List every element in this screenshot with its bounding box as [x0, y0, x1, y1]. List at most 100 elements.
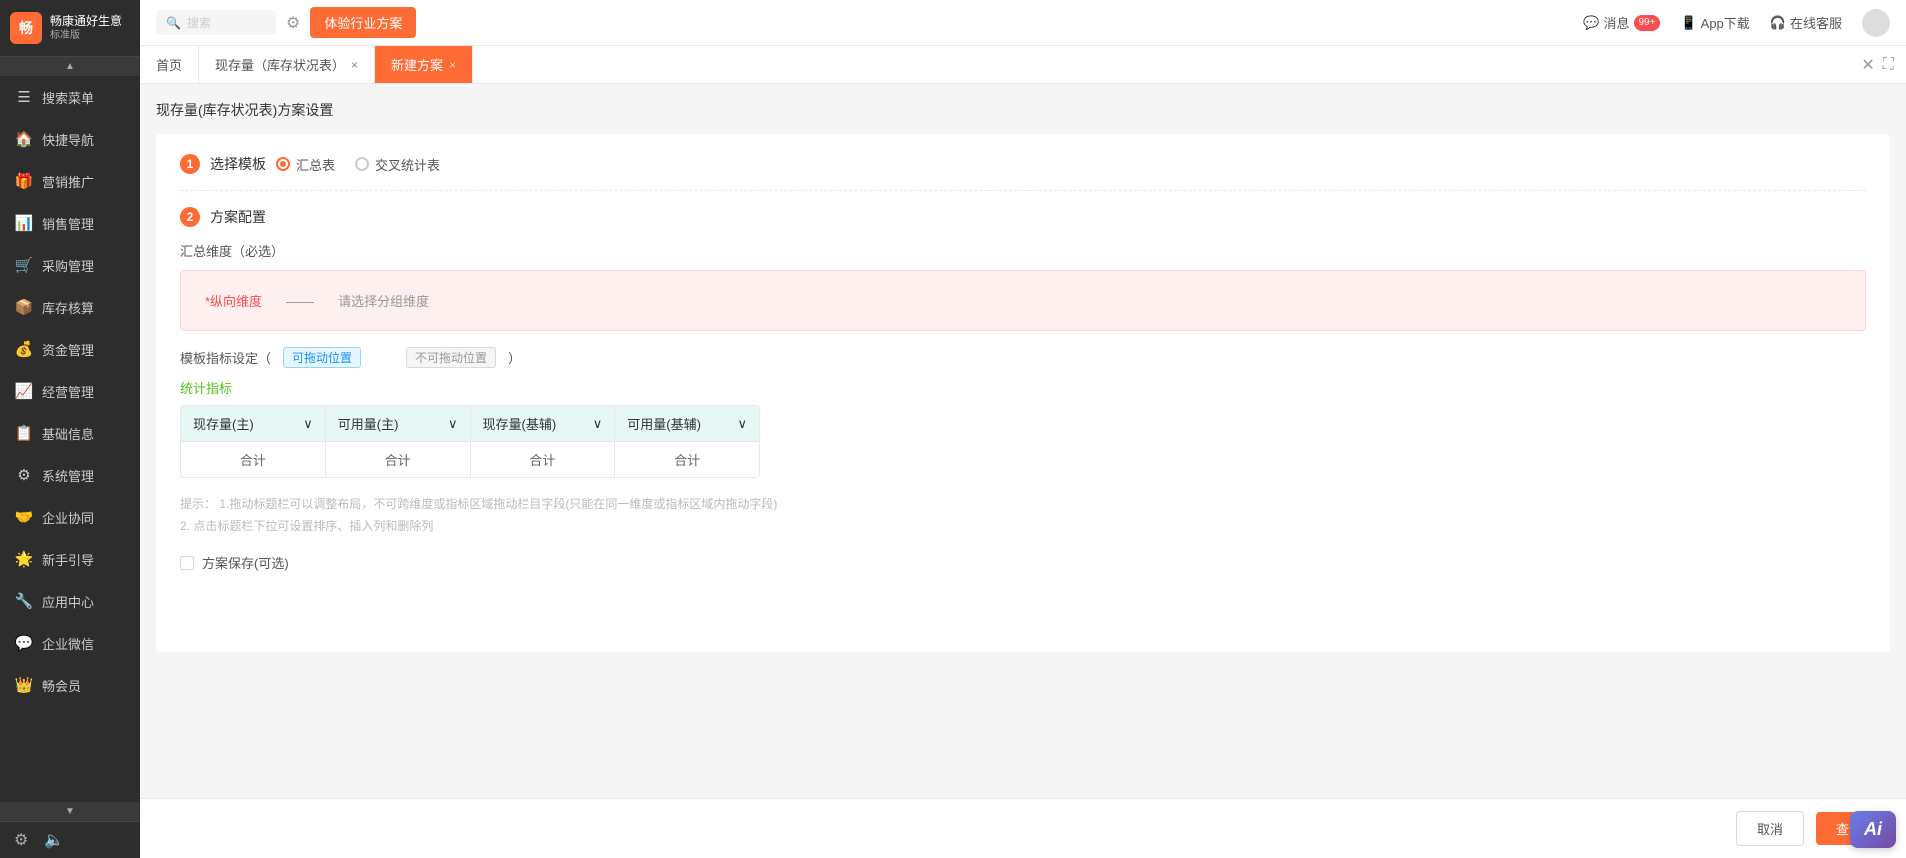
stats-col-4: 可用量(基辅) ∨	[615, 406, 759, 441]
stats-cell-2: 合计	[326, 442, 471, 477]
sidebar-item-search[interactable]: ☰ 搜索菜单	[0, 76, 140, 118]
sidebar-item-appcenter[interactable]: 🔧 应用中心	[0, 580, 140, 622]
cart-icon: 🛒	[14, 255, 34, 275]
stats-cell-3: 合计	[471, 442, 616, 477]
indicator-separator	[377, 348, 390, 367]
dropdown-icon-1[interactable]: ∨	[303, 416, 313, 432]
sidebar-item-finance[interactable]: 💰 资金管理	[0, 328, 140, 370]
topbar-service[interactable]: 🎧 在线客服	[1770, 13, 1842, 32]
cancel-button[interactable]: 取消	[1736, 811, 1804, 846]
gift-icon: 🎁	[14, 171, 34, 191]
tag-not-draggable: 不可拖动位置	[406, 347, 496, 368]
money-icon: 💰	[14, 339, 34, 359]
indicator-suffix: ）	[508, 348, 521, 367]
sidebar-item-purchase[interactable]: 🛒 采购管理	[0, 244, 140, 286]
tab-new-scheme-close[interactable]: ×	[449, 58, 456, 72]
app-logo-icon: 畅	[10, 12, 42, 44]
sidebar-item-sales[interactable]: 📊 销售管理	[0, 202, 140, 244]
settings-icon[interactable]: ⚙	[14, 830, 28, 850]
topbar-search[interactable]: 🔍 搜索	[156, 10, 276, 35]
radio-cross-circle	[355, 157, 369, 171]
save-label: 方案保存(可选)	[202, 553, 289, 572]
divider1	[180, 190, 1866, 191]
industry-btn[interactable]: 体验行业方案	[310, 7, 416, 38]
radio-cross[interactable]: 交叉统计表	[355, 155, 440, 174]
topbar: 🔍 搜索 ⚙ 体验行业方案 💬 消息 99+ 📱 App下载 🎧 在线客服	[140, 0, 1906, 46]
list-icon: 📋	[14, 423, 34, 443]
dim-area: *纵向维度 —— 请选择分组维度	[180, 270, 1866, 331]
sidebar-item-management[interactable]: 📈 经营管理	[0, 370, 140, 412]
sidebar-item-marketing[interactable]: 🎁 营销推广	[0, 160, 140, 202]
tab-inventory[interactable]: 现存量（库存状况表） ×	[199, 46, 375, 83]
content-area: 现存量(库存状况表)方案设置 1 选择模板 汇总表 交叉统计表	[140, 84, 1906, 858]
tab-new-scheme[interactable]: 新建方案 ×	[375, 46, 473, 83]
sidebar-nav: ☰ 搜索菜单 🏠 快捷导航 🎁 营销推广 📊 销售管理 🛒 采购管理 📦 库存核…	[0, 76, 140, 802]
footer-buttons: 取消 查询	[140, 798, 1906, 858]
dropdown-icon-3[interactable]: ∨	[593, 416, 603, 432]
step1-title: 选择模板	[210, 154, 266, 174]
step1-header: 1 选择模板 汇总表 交叉统计表	[180, 154, 1866, 174]
tag-draggable: 可拖动位置	[283, 347, 361, 368]
topbar-left: 🔍 搜索 ⚙ 体验行业方案	[156, 7, 416, 38]
gear-icon: ⚙	[14, 465, 34, 485]
sidebar-scroll-up[interactable]: ▲	[0, 57, 140, 76]
step2-header: 2 方案配置	[180, 207, 1866, 227]
scheme-settings-card: 1 选择模板 汇总表 交叉统计表	[156, 134, 1890, 652]
tab-home[interactable]: 首页	[140, 46, 199, 83]
tab-close-icon[interactable]: ✕	[1861, 55, 1874, 75]
star-icon: 🌟	[14, 549, 34, 569]
topbar-gear-icon[interactable]: ⚙	[286, 13, 300, 33]
dropdown-icon-2[interactable]: ∨	[448, 416, 458, 432]
sidebar-item-system[interactable]: ⚙ 系统管理	[0, 454, 140, 496]
tab-expand-icon[interactable]: ⛶	[1883, 56, 1894, 74]
sidebar-item-basic[interactable]: 📋 基础信息	[0, 412, 140, 454]
sidebar-item-quicknav[interactable]: 🏠 快捷导航	[0, 118, 140, 160]
dropdown-icon-4[interactable]: ∨	[737, 416, 747, 432]
stats-title: 统计指标	[180, 378, 1866, 397]
tips-area: 提示： 1.拖动标题栏可以调整布局，不可跨维度或指标区域拖动栏目字段(只能在同一…	[180, 494, 1866, 537]
topbar-message[interactable]: 💬 消息 99+	[1583, 13, 1660, 32]
sidebar-item-wechat[interactable]: 💬 企业微信	[0, 622, 140, 664]
stats-col-1: 现存量(主) ∨	[181, 406, 326, 441]
topbar-right: 💬 消息 99+ 📱 App下载 🎧 在线客服	[1583, 9, 1890, 37]
sidebar-scroll-down[interactable]: ▼	[0, 802, 140, 821]
headset-icon: 🎧	[1770, 15, 1786, 31]
step2-num: 2	[180, 207, 200, 227]
sidebar: 畅 畅康通好生意 标准版 ▲ ☰ 搜索菜单 🏠 快捷导航 🎁 营销推广 📊 销售…	[0, 0, 140, 858]
handshake-icon: 🤝	[14, 507, 34, 527]
search-icon: 🔍	[166, 16, 181, 30]
sidebar-item-collab[interactable]: 🤝 企业协同	[0, 496, 140, 538]
indicator-label-prefix: 模板指标设定（	[180, 348, 271, 367]
tabs-bar: 首页 现存量（库存状况表） × 新建方案 × ✕ ⛶	[140, 46, 1906, 84]
user-avatar[interactable]	[1862, 9, 1890, 37]
tab-inventory-close[interactable]: ×	[351, 58, 358, 72]
dim-placeholder: 请选择分组维度	[338, 291, 429, 310]
indicator-label-row: 模板指标设定（ 可拖动位置 不可拖动位置 ）	[180, 347, 1866, 368]
save-row: 方案保存(可选)	[180, 553, 1866, 572]
trending-icon: 📈	[14, 381, 34, 401]
sidebar-item-member[interactable]: 👑 畅会员	[0, 664, 140, 706]
sidebar-bottom: ⚙ 🔈	[0, 821, 140, 858]
main: 🔍 搜索 ⚙ 体验行业方案 💬 消息 99+ 📱 App下载 🎧 在线客服	[140, 0, 1906, 858]
message-icon: 💬	[1583, 15, 1599, 31]
sidebar-item-inventory[interactable]: 📦 库存核算	[0, 286, 140, 328]
indicator-settings: 模板指标设定（ 可拖动位置 不可拖动位置 ） 统计指标 现存量(主) ∨	[180, 347, 1866, 537]
tip-2: 2. 点击标题栏下拉可设置排序、插入列和删除列	[180, 516, 1866, 538]
stats-col-2: 可用量(主) ∨	[326, 406, 471, 441]
radio-summary[interactable]: 汇总表	[276, 155, 335, 174]
page-title: 现存量(库存状况表)方案设置	[156, 100, 1890, 120]
home-icon: 🏠	[14, 129, 34, 149]
sidebar-item-newguide[interactable]: 🌟 新手引导	[0, 538, 140, 580]
wechat-icon: 💬	[14, 633, 34, 653]
stats-cell-1: 合计	[181, 442, 326, 477]
step2-title: 方案配置	[210, 207, 266, 227]
speaker-icon[interactable]: 🔈	[44, 830, 64, 850]
sidebar-logo: 畅 畅康通好生意 标准版	[0, 0, 140, 57]
save-checkbox[interactable]	[180, 556, 194, 570]
tool-icon: 🔧	[14, 591, 34, 611]
ai-badge[interactable]: Ai	[1850, 811, 1896, 848]
tip-1: 提示： 1.拖动标题栏可以调整布局，不可跨维度或指标区域拖动栏目字段(只能在同一…	[180, 494, 1866, 516]
topbar-app-download[interactable]: 📱 App下载	[1680, 13, 1749, 32]
stats-table-header: 现存量(主) ∨ 可用量(主) ∨ 现存量(基辅) ∨	[181, 406, 759, 441]
stats-cell-4: 合计	[615, 442, 759, 477]
